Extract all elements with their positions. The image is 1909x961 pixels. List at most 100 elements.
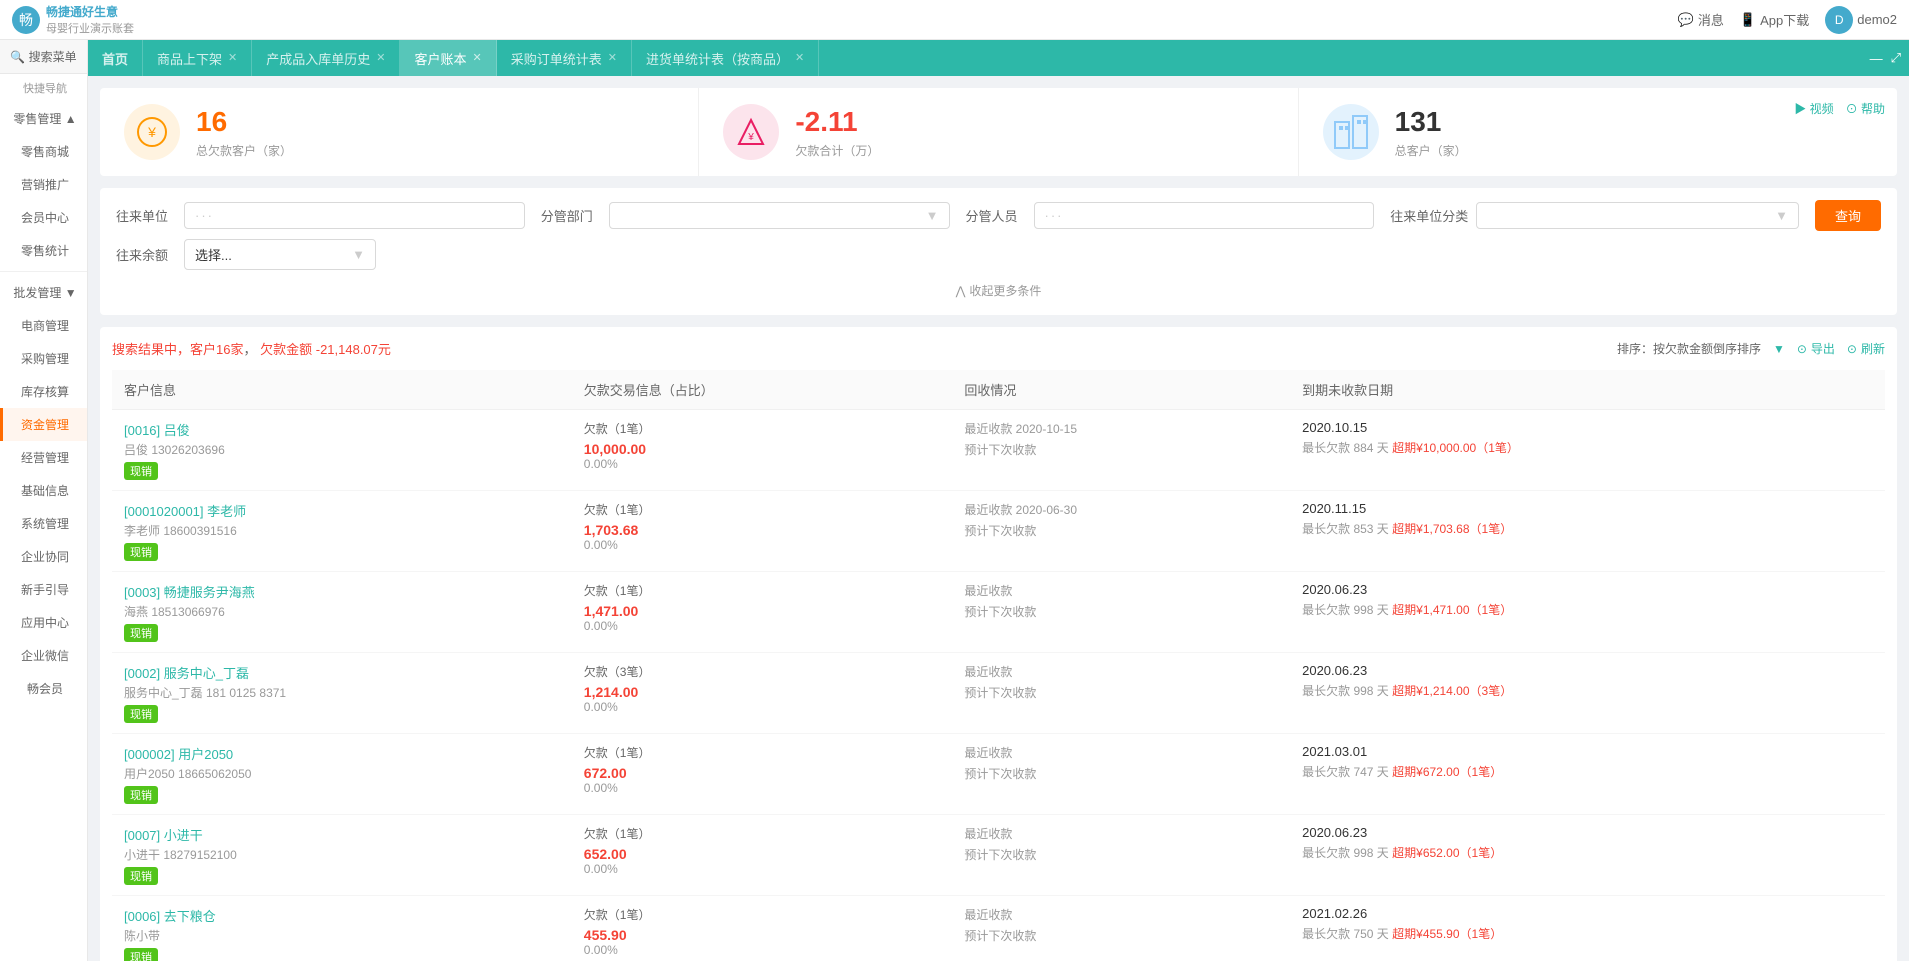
debt-pct: 0.00% <box>584 700 941 714</box>
minimize-icon[interactable]: — <box>1870 51 1883 66</box>
search-icon: 🔍 <box>10 50 25 64</box>
customer-code: [0002] <box>124 666 160 681</box>
cell-overdue-1: 2020.11.15 最长欠款 853 天 超期¥1,703.68（1笔） <box>1290 491 1885 572</box>
tab-product-history[interactable]: 产成品入库单历史 ✕ <box>252 40 400 76</box>
sidebar-search[interactable]: 🔍 搜索菜单 <box>0 40 87 74</box>
debt-amount[interactable]: 652.00 <box>584 846 941 862</box>
tab-close-icon[interactable]: ✕ <box>608 53 617 64</box>
sidebar-label: 电商管理 <box>21 319 69 333</box>
total-customer-number: 131 <box>1395 106 1467 138</box>
sidebar-item-purchase-mgmt[interactable]: 采购管理 <box>0 342 87 375</box>
tab-close-icon[interactable]: ✕ <box>473 53 482 64</box>
sidebar-item-retail-mgmt[interactable]: 零售管理 ▲ <box>0 102 87 135</box>
overdue-amount[interactable]: 超期¥672.00（1笔） <box>1392 765 1502 779</box>
user-menu[interactable]: D demo2 <box>1825 6 1897 34</box>
person-input[interactable]: ··· <box>1034 202 1375 229</box>
message-button[interactable]: 💬 消息 <box>1678 10 1724 29</box>
due-date: 2020.06.23 <box>1302 663 1873 678</box>
sidebar-item-batch-mgmt[interactable]: 批发管理 ▼ <box>0 276 87 309</box>
customer-name[interactable]: 小进干 <box>164 828 203 843</box>
sidebar-item-enterprise-wx[interactable]: 企业微信 <box>0 639 87 672</box>
customer-name[interactable]: 畅捷服务尹海燕 <box>164 585 255 600</box>
tab-purchase-order[interactable]: 采购订单统计表 ✕ <box>497 40 632 76</box>
cell-customer-1: [0001020001] 李老师 李老师 18600391516 现销 <box>112 491 572 572</box>
sidebar-item-basic-info[interactable]: 基础信息 <box>0 474 87 507</box>
sidebar-item-retail-mall[interactable]: 零售商城 <box>0 135 87 168</box>
overdue-amount[interactable]: 超期¥652.00（1笔） <box>1392 846 1502 860</box>
tab-close-icon[interactable]: ✕ <box>795 53 804 64</box>
debt-amount[interactable]: 1,214.00 <box>584 684 941 700</box>
tab-incoming-stats[interactable]: 进货单统计表（按商品） ✕ <box>632 40 819 76</box>
content-area: 首页 商品上下架 ✕ 产成品入库单历史 ✕ 客户账本 ✕ 采购订单统计表 ✕ <box>88 40 1909 961</box>
refresh-button[interactable]: ⊙ 刷新 <box>1847 340 1885 357</box>
help-action[interactable]: ⊙ 帮助 <box>1846 100 1885 117</box>
tab-close-icon[interactable]: ✕ <box>228 53 237 64</box>
overdue-amount[interactable]: 超期¥10,000.00（1笔） <box>1392 441 1519 455</box>
col-header-debt: 欠款交易信息（占比） <box>572 370 953 410</box>
sidebar-item-capital-mgmt[interactable]: 资金管理 <box>0 408 87 441</box>
debt-amount[interactable]: 672.00 <box>584 765 941 781</box>
overdue-amount[interactable]: 超期¥1,471.00（1笔） <box>1392 603 1512 617</box>
table-row: [0002] 服务中心_丁磊 服务中心_丁磊 181 0125 8371 现销 … <box>112 653 1885 734</box>
customer-code: [0016] <box>124 423 160 438</box>
sidebar-item-ecommerce[interactable]: 电商管理 <box>0 309 87 342</box>
overdue-amount[interactable]: 超期¥1,214.00（3笔） <box>1392 684 1512 698</box>
chevron-down-icon: ▼ <box>1775 208 1788 223</box>
tab-product-offline[interactable]: 商品上下架 ✕ <box>143 40 252 76</box>
sidebar-item-member-vip[interactable]: 畅会员 <box>0 672 87 705</box>
debt-amount[interactable]: 455.90 <box>584 927 941 943</box>
dept-select[interactable]: ▼ <box>609 202 950 229</box>
stat-icon-amount: ¥ <box>723 104 779 160</box>
table-row: [0001020001] 李老师 李老师 18600391516 现销 欠款（1… <box>112 491 1885 572</box>
app-download-button[interactable]: 📱 App下载 <box>1740 10 1809 29</box>
unit-class-select[interactable]: ▼ <box>1476 202 1799 229</box>
cell-customer-2: [0003] 畅捷服务尹海燕 海燕 18513066976 现销 <box>112 572 572 653</box>
customer-contact: 海燕 18513066976 <box>124 603 560 620</box>
query-button[interactable]: 查询 <box>1815 200 1881 231</box>
sidebar-item-system-mgmt[interactable]: 系统管理 <box>0 507 87 540</box>
cell-customer-4: [000002] 用户2050 用户2050 18665062050 现销 <box>112 734 572 815</box>
sidebar-label: 企业协同 <box>21 550 69 564</box>
video-action[interactable]: ▶ 视频 <box>1794 100 1833 117</box>
customer-name[interactable]: 去下粮仓 <box>164 909 216 924</box>
sidebar-item-business-mgmt[interactable]: 经营管理 <box>0 441 87 474</box>
overdue-amount[interactable]: 超期¥1,703.68（1笔） <box>1392 522 1512 536</box>
debt-amount[interactable]: 1,471.00 <box>584 603 941 619</box>
sidebar-item-retail-stats[interactable]: 零售统计 <box>0 234 87 267</box>
export-icon: ⊙ <box>1797 342 1807 356</box>
cell-recovery-5: 最近收款 预计下次收款 <box>952 815 1290 896</box>
customer-name[interactable]: 李老师 <box>207 504 246 519</box>
balance-select[interactable]: 选择... ▼ <box>184 239 376 270</box>
stat-card-debt-customers: ¥ 16 总欠款客户（家） <box>100 88 699 176</box>
customer-name[interactable]: 服务中心_丁磊 <box>164 666 249 681</box>
top-bar-right: 💬 消息 📱 App下载 D demo2 <box>1678 6 1897 34</box>
filter-from-unit: 往来单位 ··· <box>116 202 525 229</box>
maximize-icon[interactable]: ⤢ <box>1891 50 1901 66</box>
sidebar-item-new-guide[interactable]: 新手引导 <box>0 573 87 606</box>
tab-close-icon[interactable]: ✕ <box>376 53 385 64</box>
collapse-bar[interactable]: ⋀ 收起更多条件 <box>116 278 1881 303</box>
debt-pct: 0.00% <box>584 538 941 552</box>
filter-unit-class-label: 往来单位分类 <box>1390 206 1468 225</box>
sidebar-item-enterprise-coop[interactable]: 企业协同 <box>0 540 87 573</box>
sidebar-item-app-center[interactable]: 应用中心 <box>0 606 87 639</box>
from-unit-input[interactable]: ··· <box>184 202 525 229</box>
customer-tag: 现销 <box>124 624 158 642</box>
sidebar-label: 经营管理 <box>21 451 69 465</box>
sidebar-item-member-center[interactable]: 会员中心 <box>0 201 87 234</box>
debt-amount[interactable]: 10,000.00 <box>584 441 941 457</box>
customer-name[interactable]: 用户2050 <box>178 747 233 762</box>
stats-row: ¥ 16 总欠款客户（家） ¥ -2.11 欠款合计（万） <box>100 88 1897 176</box>
filter-person: 分管人员 ··· <box>966 202 1375 229</box>
sort-chevron-icon: ▼ <box>1773 342 1785 356</box>
sidebar-item-marketing[interactable]: 营销推广 <box>0 168 87 201</box>
export-button[interactable]: ⊙ 导出 <box>1797 340 1835 357</box>
filter-row-2: 往来余额 选择... ▼ <box>116 239 1881 270</box>
sidebar-item-inventory[interactable]: 库存核算 <box>0 375 87 408</box>
debt-desc: 欠款（1笔） <box>584 825 941 842</box>
overdue-amount[interactable]: 超期¥455.90（1笔） <box>1392 927 1502 941</box>
tab-customer-account[interactable]: 客户账本 ✕ <box>400 40 496 76</box>
debt-amount[interactable]: 1,703.68 <box>584 522 941 538</box>
customer-name[interactable]: 吕俊 <box>164 423 190 438</box>
tab-home[interactable]: 首页 <box>88 40 143 76</box>
